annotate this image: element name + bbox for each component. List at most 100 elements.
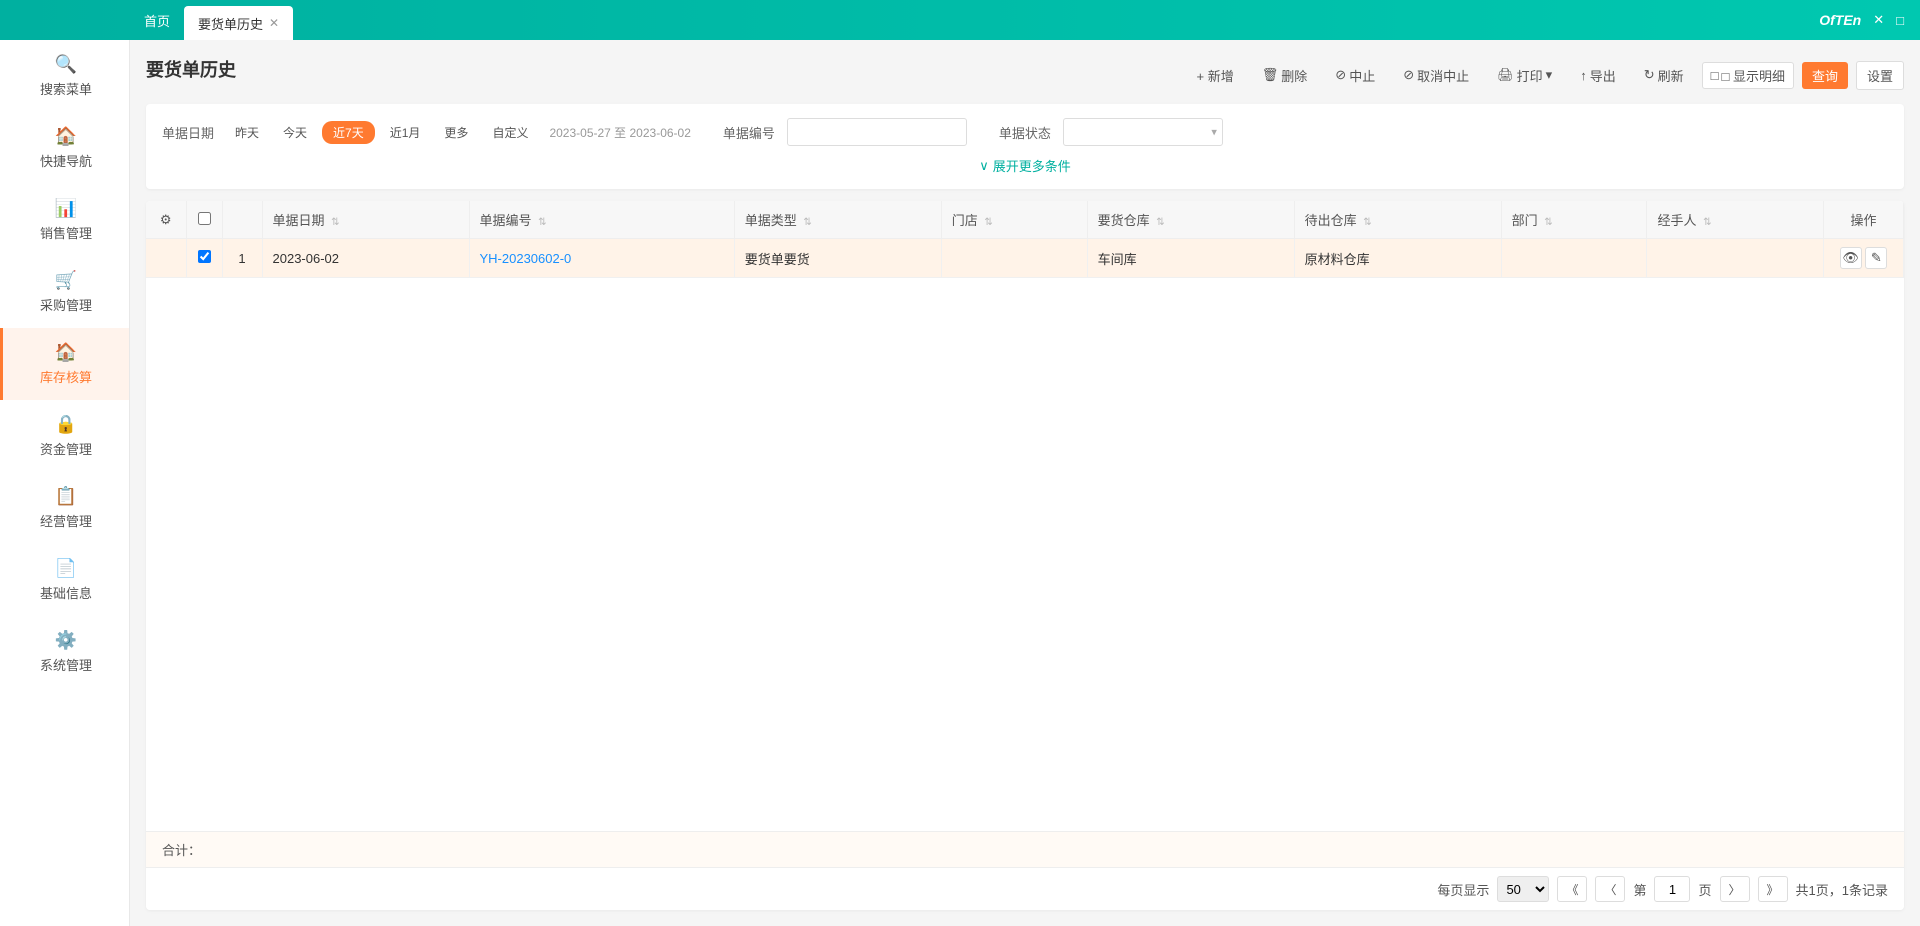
- op-edit-icon[interactable]: ✎: [1865, 247, 1887, 269]
- export-icon: ↑: [1580, 68, 1587, 83]
- page-label: 第: [1633, 880, 1646, 899]
- th-handler-label: 经手人: [1657, 213, 1696, 228]
- date-btn-yesterday[interactable]: 昨天: [226, 121, 268, 144]
- date-range-text: 2023-05-27 至 2023-06-02: [549, 124, 690, 141]
- setting-button[interactable]: 设置: [1856, 61, 1904, 90]
- cancel-stop-button[interactable]: ⊘ 取消中止: [1393, 62, 1479, 89]
- prev-page-button[interactable]: 〈: [1595, 876, 1625, 902]
- date-shortcuts: 昨天 今天 近7天 近1月 更多 自定义: [226, 121, 537, 144]
- sort-icon-department: ⇅: [1544, 217, 1552, 228]
- display-detail-button[interactable]: □ □ 显示明细: [1702, 62, 1794, 89]
- td-num: 1: [222, 239, 262, 278]
- brand-label: OfTEn: [1819, 12, 1861, 28]
- status-select[interactable]: [1063, 118, 1223, 146]
- th-department[interactable]: 部门 ⇅: [1501, 201, 1647, 239]
- date-btn-today[interactable]: 今天: [274, 121, 316, 144]
- sidebar-item-purchase[interactable]: 🛒 采购管理: [0, 256, 129, 328]
- td-doc-type: 要货单要货: [734, 239, 941, 278]
- th-store[interactable]: 门店 ⇅: [941, 201, 1087, 239]
- search-button[interactable]: 查询: [1802, 62, 1848, 89]
- page-input[interactable]: [1654, 876, 1690, 902]
- stop-button[interactable]: ⊘ 中止: [1325, 62, 1385, 89]
- doc-no-link[interactable]: YH-20230602-0: [480, 251, 572, 266]
- table-card: ⚙ 单据日期 ⇅ 单据编号: [146, 201, 1904, 910]
- document-icon: 📄: [55, 558, 77, 579]
- date-btn-more[interactable]: 更多: [435, 121, 477, 144]
- cancel-stop-icon: ⊘: [1403, 67, 1414, 83]
- th-checkbox[interactable]: [186, 201, 222, 239]
- sidebar-item-operation[interactable]: 📋 经营管理: [0, 472, 129, 544]
- td-doc-no[interactable]: YH-20230602-0: [469, 239, 734, 278]
- next-page-button[interactable]: 〉: [1720, 876, 1750, 902]
- print-button[interactable]: 🖨 打印 ▾: [1487, 62, 1562, 89]
- last-page-button[interactable]: 》: [1758, 876, 1788, 902]
- date-btn-custom[interactable]: 自定义: [483, 121, 537, 144]
- op-view-icon[interactable]: 👁: [1840, 247, 1862, 269]
- sidebar-item-sales[interactable]: 📊 销售管理: [0, 184, 129, 256]
- td-doc-date: 2023-06-02: [262, 239, 469, 278]
- window-maximize-icon[interactable]: □: [1896, 13, 1904, 28]
- sidebar-item-basic[interactable]: 📄 基础信息: [0, 544, 129, 616]
- date-btn-last7[interactable]: 近7天: [322, 121, 375, 144]
- export-button[interactable]: ↑ 导出: [1570, 62, 1626, 89]
- stop-icon: ⊘: [1335, 67, 1346, 83]
- th-store-label: 门店: [952, 213, 978, 228]
- delete-button[interactable]: 🗑 删除: [1252, 62, 1318, 89]
- td-handler: [1647, 239, 1824, 278]
- inventory-icon: 🏠: [55, 342, 77, 363]
- sidebar: 🔍 搜索菜单 🏠 快捷导航 📊 销售管理 🛒 采购管理 🏠 库存核算 🔒 资金管…: [0, 40, 130, 926]
- refresh-button[interactable]: ↻ 刷新: [1634, 62, 1694, 89]
- first-page-button[interactable]: 《: [1557, 876, 1587, 902]
- print-arrow-icon: ▾: [1546, 67, 1553, 83]
- sort-icon-req-warehouse: ⇅: [1156, 217, 1164, 228]
- top-bar: 首页 要货单历史 ✕ OfTEn ✕ □: [0, 0, 1920, 40]
- doc-no-input[interactable]: [787, 118, 967, 146]
- sidebar-item-quick-nav[interactable]: 🏠 快捷导航: [0, 112, 129, 184]
- td-checkbox[interactable]: [186, 239, 222, 278]
- add-button[interactable]: + 新增: [1187, 62, 1244, 89]
- select-all-checkbox[interactable]: [198, 212, 211, 225]
- page-title: 要货单历史: [146, 56, 236, 82]
- expand-more-label: 展开更多条件: [993, 156, 1071, 175]
- page-size-select[interactable]: 50 20 100 200: [1497, 876, 1549, 902]
- expand-more[interactable]: ∨ 展开更多条件: [162, 156, 1888, 175]
- cart-icon: 🛒: [55, 270, 77, 291]
- sidebar-item-system[interactable]: ⚙️ 系统管理: [0, 616, 129, 688]
- main-table: ⚙ 单据日期 ⇅ 单据编号: [146, 201, 1904, 278]
- refresh-icon: ↻: [1644, 67, 1655, 83]
- table-row: 1 2023-06-02 YH-20230602-0 要货单要货 车间库 原材料…: [146, 239, 1904, 278]
- th-pending-warehouse[interactable]: 待出仓库 ⇅: [1294, 201, 1501, 239]
- th-doc-type-label: 单据类型: [745, 213, 797, 228]
- th-doc-type[interactable]: 单据类型 ⇅: [734, 201, 941, 239]
- th-doc-no[interactable]: 单据编号 ⇅: [469, 201, 734, 239]
- th-req-warehouse-label: 要货仓库: [1098, 213, 1150, 228]
- header-actions: + 新增 🗑 删除 ⊘ 中止 ⊘ 取消中止 🖨 打印 ▾: [1187, 61, 1904, 90]
- close-tab-icon[interactable]: ✕: [269, 16, 279, 30]
- row-checkbox[interactable]: [198, 250, 211, 263]
- window-close-icon[interactable]: ✕: [1873, 12, 1884, 28]
- table-wrap: ⚙ 单据日期 ⇅ 单据编号: [146, 201, 1904, 831]
- th-gear[interactable]: ⚙: [146, 201, 186, 239]
- sidebar-item-search[interactable]: 🔍 搜索菜单: [0, 40, 129, 112]
- page-size-label: 每页显示: [1437, 880, 1489, 899]
- status-select-wrap: [1063, 118, 1223, 146]
- settings-icon[interactable]: ⚙: [160, 212, 172, 227]
- th-req-warehouse[interactable]: 要货仓库 ⇅: [1087, 201, 1294, 239]
- sidebar-item-inventory[interactable]: 🏠 库存核算: [0, 328, 129, 400]
- tab-requisition-history[interactable]: 要货单历史 ✕: [184, 6, 293, 40]
- sort-icon-handler: ⇅: [1703, 217, 1711, 228]
- sidebar-item-purchase-label: 采购管理: [40, 295, 92, 314]
- th-handler[interactable]: 经手人 ⇅: [1647, 201, 1824, 239]
- sidebar-item-finance[interactable]: 🔒 资金管理: [0, 400, 129, 472]
- td-store: [941, 239, 1087, 278]
- th-doc-date[interactable]: 单据日期 ⇅: [262, 201, 469, 239]
- date-btn-last-month[interactable]: 近1月: [381, 121, 430, 144]
- print-icon: 🖨: [1497, 67, 1514, 83]
- th-num: [222, 201, 262, 239]
- main-layout: 🔍 搜索菜单 🏠 快捷导航 📊 销售管理 🛒 采购管理 🏠 库存核算 🔒 资金管…: [0, 40, 1920, 926]
- th-department-label: 部门: [1512, 213, 1538, 228]
- checkbox-icon: □: [1711, 68, 1719, 83]
- th-doc-date-label: 单据日期: [273, 213, 325, 228]
- chart-icon: 📊: [55, 198, 77, 219]
- tab-home[interactable]: 首页: [130, 0, 184, 40]
